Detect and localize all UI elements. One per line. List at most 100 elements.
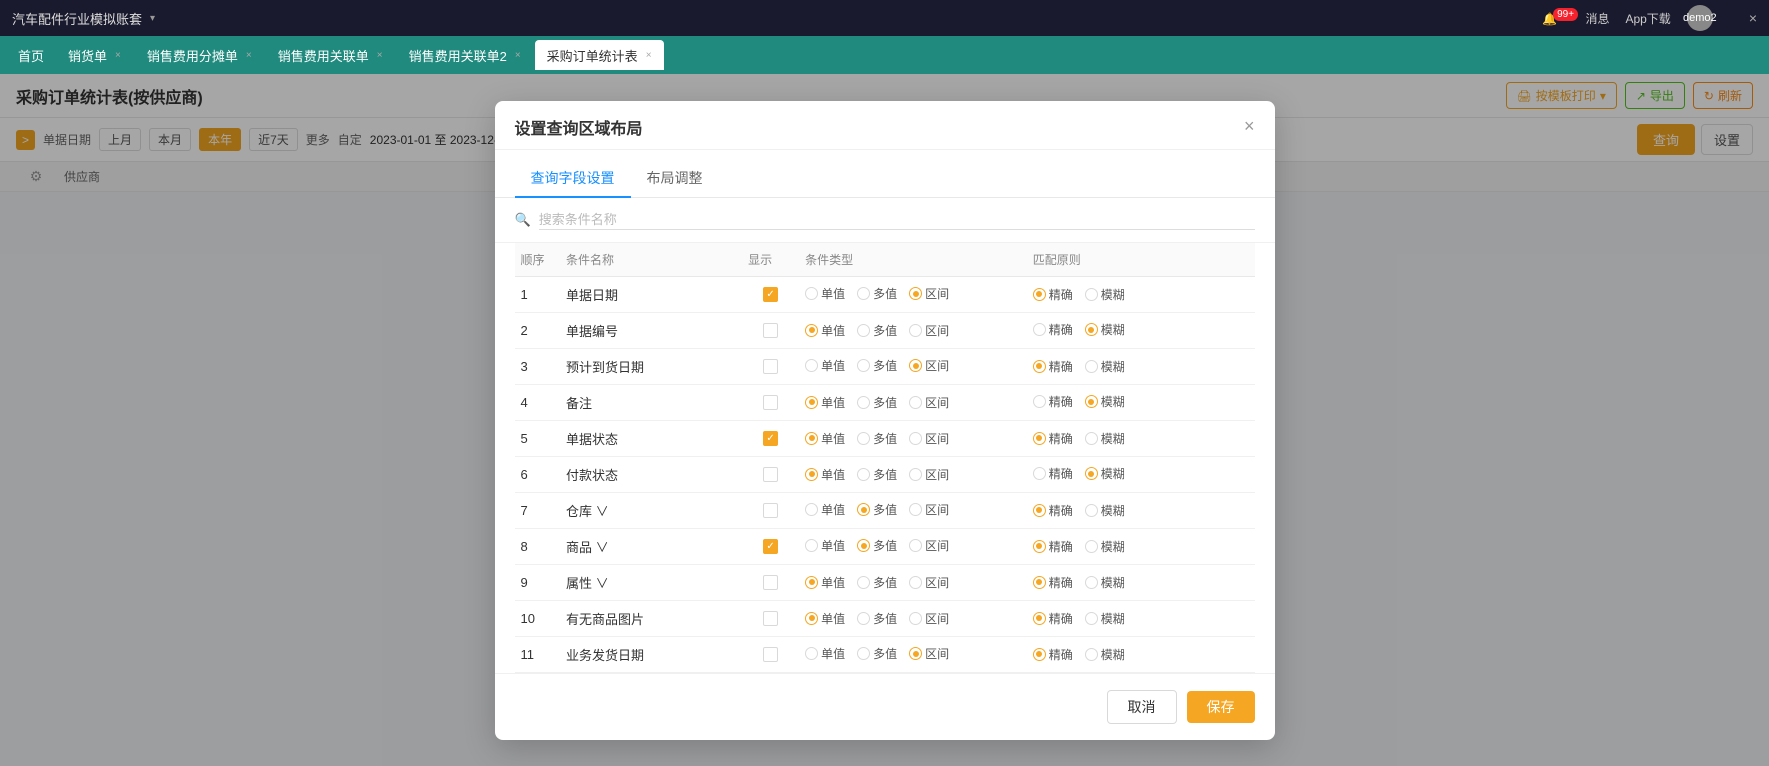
match-radio-精确[interactable]: 精确 [1033,502,1073,519]
match-radio-精确[interactable]: 精确 [1033,286,1073,303]
type-radio-单值[interactable]: 单值 [805,645,845,662]
match-radio-模糊[interactable]: 模糊 [1085,430,1125,447]
row-show[interactable] [742,276,799,312]
match-radio-精确[interactable]: 精确 [1033,465,1073,482]
search-input[interactable] [539,210,1255,230]
type-radio-单值[interactable]: 单值 [805,322,845,339]
close-tab-sales-order[interactable]: × [115,50,121,61]
type-radio-区间[interactable]: 区间 [909,466,949,483]
show-checkbox[interactable] [763,467,778,482]
row-show[interactable] [742,456,799,492]
type-radio-区间[interactable]: 区间 [909,610,949,627]
dialog-close-button[interactable]: × [1244,116,1255,137]
save-button[interactable]: 保存 [1187,691,1255,723]
show-checkbox[interactable] [763,359,778,374]
match-radio-模糊[interactable]: 模糊 [1085,574,1125,591]
type-radio-多值[interactable]: 多值 [857,322,897,339]
close-tab-sales-fee3[interactable]: × [515,50,521,61]
show-checkbox[interactable] [763,539,778,554]
match-radio-精确[interactable]: 精确 [1033,538,1073,555]
type-radio-多值[interactable]: 多值 [857,466,897,483]
tab-sales-order[interactable]: 销货单 × [56,40,133,70]
type-radio-单值[interactable]: 单值 [805,574,845,591]
type-radio-多值[interactable]: 多值 [857,357,897,374]
type-radio-区间[interactable]: 区间 [909,501,949,518]
match-radio-精确[interactable]: 精确 [1033,574,1073,591]
type-radio-区间[interactable]: 区间 [909,285,949,302]
type-radio-多值[interactable]: 多值 [857,394,897,411]
match-radio-模糊[interactable]: 模糊 [1085,538,1125,555]
match-radio-模糊[interactable]: 模糊 [1085,610,1125,627]
show-checkbox[interactable] [763,431,778,446]
type-radio-单值[interactable]: 单值 [805,285,845,302]
row-show[interactable] [742,384,799,420]
match-radio-精确[interactable]: 精确 [1033,393,1073,410]
app-download[interactable]: App下载 [1625,10,1670,27]
row-show[interactable] [742,492,799,528]
tab-sales-fee[interactable]: 销售费用分摊单 × [135,40,264,70]
dialog-tab-query[interactable]: 查询字段设置 [515,160,631,198]
match-radio-精确[interactable]: 精确 [1033,646,1073,663]
type-radio-区间[interactable]: 区间 [909,645,949,662]
show-checkbox[interactable] [763,647,778,662]
dialog-tab-layout[interactable]: 布局调整 [631,160,719,198]
row-show[interactable] [742,564,799,600]
notification-icon[interactable]: 🔔99+ 消息 [1542,10,1609,27]
tab-home[interactable]: 首页 [8,46,54,65]
type-radio-区间[interactable]: 区间 [909,322,949,339]
tab-purchase-stats[interactable]: 采购订单统计表 × [535,40,664,70]
type-radio-区间[interactable]: 区间 [909,357,949,374]
show-checkbox[interactable] [763,323,778,338]
match-radio-模糊[interactable]: 模糊 [1085,321,1125,338]
tab-sales-fee2[interactable]: 销售费用关联单 × [266,40,395,70]
type-radio-单值[interactable]: 单值 [805,537,845,554]
row-show[interactable] [742,312,799,348]
close-tab-purchase-stats[interactable]: × [646,50,652,61]
close-tab-sales-fee[interactable]: × [246,50,252,61]
type-radio-单值[interactable]: 单值 [805,357,845,374]
row-show[interactable] [742,420,799,456]
type-radio-单值[interactable]: 单值 [805,430,845,447]
type-radio-区间[interactable]: 区间 [909,537,949,554]
type-radio-区间[interactable]: 区间 [909,394,949,411]
type-radio-多值[interactable]: 多值 [857,501,897,518]
close-tab-sales-fee2[interactable]: × [377,50,383,61]
type-radio-多值[interactable]: 多值 [857,430,897,447]
cancel-button[interactable]: 取消 [1107,690,1177,724]
match-radio-模糊[interactable]: 模糊 [1085,502,1125,519]
type-radio-单值[interactable]: 单值 [805,394,845,411]
match-radio-模糊[interactable]: 模糊 [1085,393,1125,410]
top-bar-close[interactable]: × [1749,10,1757,26]
match-radio-模糊[interactable]: 模糊 [1085,465,1125,482]
row-show[interactable] [742,348,799,384]
type-radio-多值[interactable]: 多值 [857,645,897,662]
type-radio-多值[interactable]: 多值 [857,574,897,591]
match-radio-精确[interactable]: 精确 [1033,610,1073,627]
row-show[interactable] [742,528,799,564]
match-radio-精确[interactable]: 精确 [1033,358,1073,375]
show-checkbox[interactable] [763,287,778,302]
type-radio-区间[interactable]: 区间 [909,574,949,591]
type-radio-单值[interactable]: 单值 [805,610,845,627]
show-checkbox[interactable] [763,503,778,518]
show-checkbox[interactable] [763,575,778,590]
row-show[interactable] [742,636,799,672]
match-radio-精确[interactable]: 精确 [1033,321,1073,338]
table-row: 6付款状态单值多值区间精确模糊 [515,456,1255,492]
match-radio-模糊[interactable]: 模糊 [1085,286,1125,303]
radio-circle [805,647,818,660]
show-checkbox[interactable] [763,611,778,626]
type-radio-单值[interactable]: 单值 [805,466,845,483]
match-radio-精确[interactable]: 精确 [1033,430,1073,447]
type-radio-多值[interactable]: 多值 [857,610,897,627]
app-dropdown-icon[interactable]: ▾ [150,13,155,24]
show-checkbox[interactable] [763,395,778,410]
type-radio-多值[interactable]: 多值 [857,285,897,302]
type-radio-多值[interactable]: 多值 [857,537,897,554]
type-radio-区间[interactable]: 区间 [909,430,949,447]
match-radio-模糊[interactable]: 模糊 [1085,646,1125,663]
row-show[interactable] [742,600,799,636]
match-radio-模糊[interactable]: 模糊 [1085,358,1125,375]
tab-sales-fee3[interactable]: 销售费用关联单2 × [397,40,533,70]
type-radio-单值[interactable]: 单值 [805,501,845,518]
